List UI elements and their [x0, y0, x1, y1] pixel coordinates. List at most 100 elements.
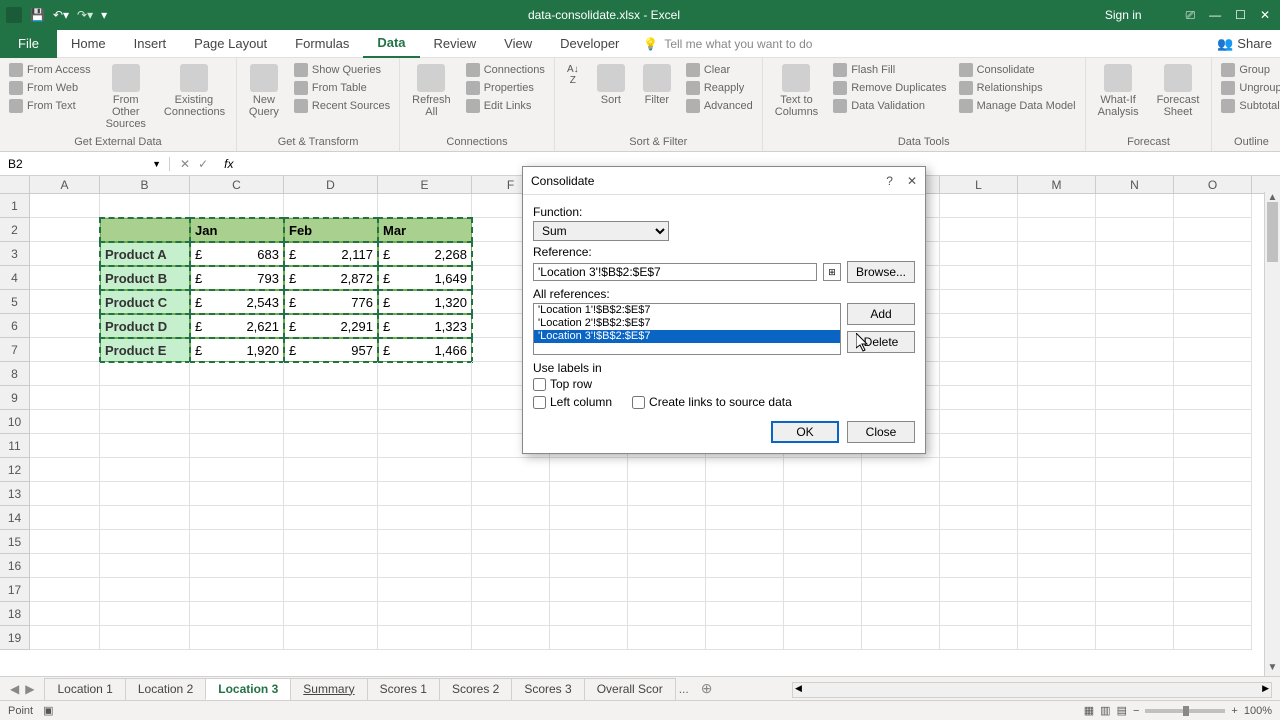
- cell[interactable]: [472, 554, 550, 578]
- cell[interactable]: [378, 410, 472, 434]
- cell[interactable]: [706, 506, 784, 530]
- cell[interactable]: [100, 506, 190, 530]
- existing-connections-button[interactable]: Existing Connections: [158, 62, 230, 132]
- col-header[interactable]: D: [284, 176, 378, 193]
- top-row-checkbox[interactable]: [533, 378, 546, 391]
- cell[interactable]: [706, 626, 784, 650]
- cell[interactable]: Product C: [100, 290, 190, 314]
- cell[interactable]: Mar: [378, 218, 472, 242]
- cell[interactable]: [30, 578, 100, 602]
- ribbon-display-icon[interactable]: ⎚: [1186, 8, 1196, 23]
- cell[interactable]: £1,466: [378, 338, 472, 362]
- zoom-in-icon[interactable]: +: [1231, 705, 1237, 717]
- reference-item[interactable]: 'Location 1'!$B$2:$E$7: [534, 304, 840, 317]
- cell[interactable]: [1174, 626, 1252, 650]
- cell[interactable]: [862, 602, 940, 626]
- cell[interactable]: [284, 194, 378, 218]
- row-header[interactable]: 6: [0, 314, 30, 338]
- cell[interactable]: [940, 362, 1018, 386]
- cell[interactable]: [940, 266, 1018, 290]
- cell[interactable]: [284, 434, 378, 458]
- zoom-level[interactable]: 100%: [1244, 705, 1272, 717]
- cell[interactable]: [284, 530, 378, 554]
- cell[interactable]: [862, 506, 940, 530]
- tab-developer[interactable]: Developer: [546, 30, 633, 57]
- cell[interactable]: [1174, 242, 1252, 266]
- qat-dropdown-icon[interactable]: ▾: [101, 8, 107, 22]
- fx-icon[interactable]: fx: [218, 157, 239, 171]
- page-break-view-icon[interactable]: ▤: [1117, 704, 1127, 717]
- from-web-button[interactable]: From Web: [6, 80, 94, 96]
- cell[interactable]: [1096, 554, 1174, 578]
- sheet-tab[interactable]: Scores 2: [439, 678, 512, 700]
- connections-button[interactable]: Connections: [463, 62, 548, 78]
- cell[interactable]: [378, 602, 472, 626]
- cell[interactable]: [378, 362, 472, 386]
- advanced-button[interactable]: Advanced: [683, 98, 756, 114]
- group-button[interactable]: Group: [1218, 62, 1280, 78]
- cell[interactable]: [190, 194, 284, 218]
- tab-view[interactable]: View: [490, 30, 546, 57]
- cell[interactable]: [706, 602, 784, 626]
- cell[interactable]: [940, 530, 1018, 554]
- cell[interactable]: [284, 554, 378, 578]
- sheet-nav-prev-icon[interactable]: ◀: [10, 682, 19, 696]
- cell[interactable]: £776: [284, 290, 378, 314]
- cell[interactable]: [284, 578, 378, 602]
- cell[interactable]: [30, 410, 100, 434]
- cell[interactable]: £1,323: [378, 314, 472, 338]
- cell[interactable]: [1018, 602, 1096, 626]
- cell[interactable]: [550, 482, 628, 506]
- cell[interactable]: [1174, 530, 1252, 554]
- cell[interactable]: [1096, 314, 1174, 338]
- cell[interactable]: [940, 290, 1018, 314]
- cell[interactable]: [550, 602, 628, 626]
- cell[interactable]: [30, 482, 100, 506]
- cell[interactable]: [472, 602, 550, 626]
- tab-insert[interactable]: Insert: [120, 30, 181, 57]
- cell[interactable]: [30, 362, 100, 386]
- cell[interactable]: [550, 458, 628, 482]
- remove-duplicates-button[interactable]: Remove Duplicates: [830, 80, 949, 96]
- cell[interactable]: [940, 338, 1018, 362]
- row-header[interactable]: 19: [0, 626, 30, 650]
- scroll-right-icon[interactable]: ▶: [1262, 683, 1269, 694]
- cell[interactable]: [784, 506, 862, 530]
- cell[interactable]: [862, 458, 940, 482]
- cell[interactable]: [284, 506, 378, 530]
- scrollbar-thumb[interactable]: [1267, 202, 1278, 262]
- close-icon[interactable]: ✕: [907, 174, 917, 188]
- sheet-tab[interactable]: Scores 1: [367, 678, 440, 700]
- share-button[interactable]: 👥 Share: [1217, 36, 1272, 52]
- cell[interactable]: [940, 554, 1018, 578]
- cell[interactable]: [940, 602, 1018, 626]
- cell[interactable]: [550, 506, 628, 530]
- cell[interactable]: [628, 578, 706, 602]
- cell[interactable]: [284, 626, 378, 650]
- delete-button[interactable]: Delete: [847, 331, 915, 353]
- cell[interactable]: [1018, 314, 1096, 338]
- cell[interactable]: [1018, 266, 1096, 290]
- row-header[interactable]: 18: [0, 602, 30, 626]
- left-column-checkbox[interactable]: [533, 396, 546, 409]
- cell[interactable]: £683: [190, 242, 284, 266]
- properties-button[interactable]: Properties: [463, 80, 548, 96]
- data-model-button[interactable]: Manage Data Model: [956, 98, 1079, 114]
- maximize-icon[interactable]: ☐: [1235, 8, 1246, 22]
- cell[interactable]: [100, 410, 190, 434]
- cell[interactable]: [940, 578, 1018, 602]
- cell[interactable]: [1174, 266, 1252, 290]
- cell[interactable]: £2,117: [284, 242, 378, 266]
- cell[interactable]: [190, 434, 284, 458]
- from-other-sources-button[interactable]: From Other Sources: [100, 62, 152, 132]
- flash-fill-button[interactable]: Flash Fill: [830, 62, 949, 78]
- from-text-button[interactable]: From Text: [6, 98, 94, 114]
- cell[interactable]: [1174, 578, 1252, 602]
- row-header[interactable]: 1: [0, 194, 30, 218]
- cell[interactable]: [1096, 602, 1174, 626]
- col-header[interactable]: A: [30, 176, 100, 193]
- cell[interactable]: [628, 506, 706, 530]
- cell[interactable]: [1018, 506, 1096, 530]
- minimize-icon[interactable]: —: [1209, 8, 1221, 22]
- cell[interactable]: [940, 482, 1018, 506]
